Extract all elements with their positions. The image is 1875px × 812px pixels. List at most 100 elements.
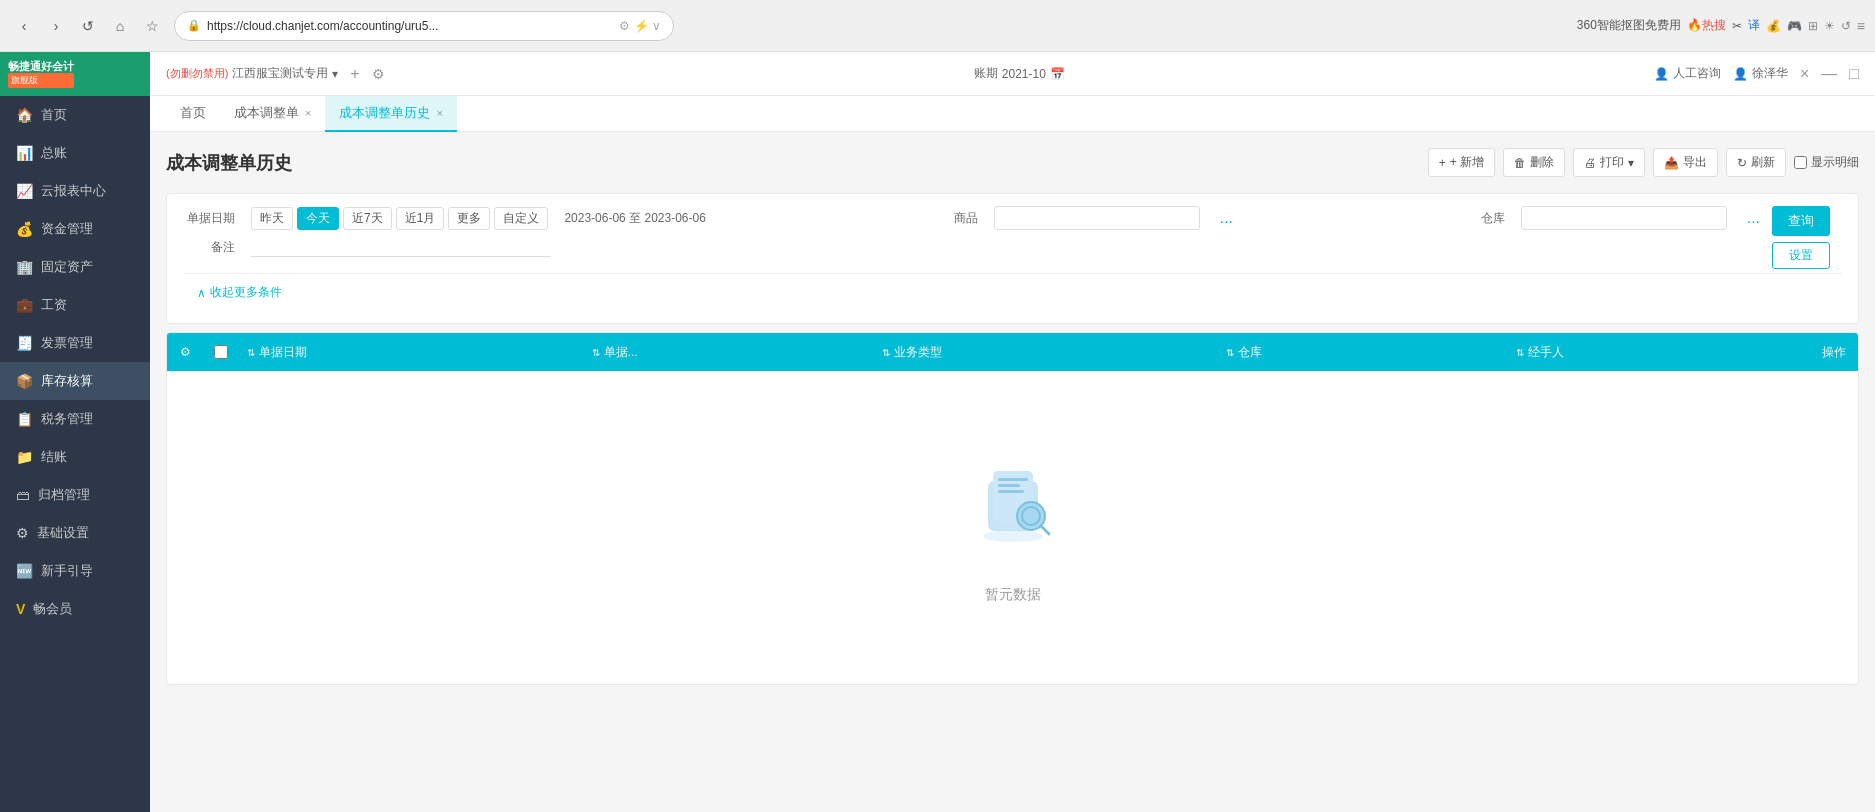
remark-label: 备注 [183,239,235,256]
company-selector[interactable]: (勿删勿禁用) 江西服宝测试专用 ▾ [166,65,338,82]
remark-input[interactable] [251,238,551,257]
print-label: 打印 [1600,154,1624,171]
new-button[interactable]: + + 新增 [1428,148,1495,177]
reports-icon: 📈 [16,183,33,199]
new-label: + 新增 [1450,154,1484,171]
app-header: (勿删勿禁用) 江西服宝测试专用 ▾ + ⚙ 账期 2021-10 📅 👤 人工… [150,52,1875,96]
calendar-icon[interactable]: 📅 [1050,67,1065,81]
svg-point-0 [983,530,1043,542]
funds-icon: 💰 [16,221,33,237]
sidebar-item-guide[interactable]: 🆕 新手引导 [0,552,150,590]
month1-btn[interactable]: 近1月 [396,207,445,230]
sidebar-item-payroll[interactable]: 💼 工资 [0,286,150,324]
delete-button[interactable]: 🗑 删除 [1503,148,1565,177]
empty-state: 暂元数据 [167,371,1858,684]
filter-section: 单据日期 昨天 今天 近7天 近1月 更多 自定义 2023-06-06 [183,206,1842,269]
sidebar-item-ledger[interactable]: 📊 总账 [0,134,150,172]
filter-fields: 单据日期 昨天 今天 近7天 近1月 更多 自定义 2023-06-06 [183,206,1760,257]
user-info[interactable]: 👤 徐泽华 [1733,65,1788,82]
settings-col-icon: ⚙ [180,345,191,359]
reload-button[interactable]: ↺ [74,12,102,40]
refresh-button[interactable]: ↻ 刷新 [1726,148,1786,177]
filter-settings-button[interactable]: 设置 [1772,242,1830,269]
ssl-lock-icon: 🔒 [187,19,201,32]
sidebar-item-archive[interactable]: 🗃 归档管理 [0,476,150,514]
more-date-btn[interactable]: 更多 [448,207,490,230]
window-minimize-button[interactable]: — [1821,65,1837,83]
th-warehouse-label: 仓库 [1238,344,1262,361]
goods-input[interactable] [994,206,1200,230]
window-maximize-button[interactable]: □ [1849,65,1859,83]
th-settings[interactable]: ⚙ [167,345,203,359]
sidebar-item-closing[interactable]: 📁 结账 [0,438,150,476]
sidebar-label-ledger: 总账 [41,144,67,162]
tab-cost-adjust[interactable]: 成本调整单 × [220,96,325,132]
sidebar-item-inventory[interactable]: 📦 库存核算 [0,362,150,400]
sidebar-header: 畅捷通好会计 旗舰版 [0,52,150,96]
query-button[interactable]: 查询 [1772,206,1830,236]
display-detail-checkbox[interactable]: 显示明细 [1794,154,1859,171]
th-checkbox[interactable] [203,345,239,359]
collapse-label: 收起更多条件 [210,284,282,301]
th-warehouse[interactable]: ⇅ 仓库 [1218,344,1508,361]
tab-cost-adjust-close[interactable]: × [305,107,311,119]
date-range-display: 2023-06-06 至 2023-06-06 [564,210,705,227]
forward-button[interactable]: › [42,12,70,40]
tab-home[interactable]: 首页 [166,96,220,132]
browser-tools: 360智能抠图免费用 🔥热搜 ✂ 译 💰 🎮 ⊞ ☀ ↺ ≡ [1577,17,1865,34]
sidebar-item-tax[interactable]: 📋 税务管理 [0,400,150,438]
export-button[interactable]: 📤 导出 [1653,148,1718,177]
payroll-icon: 💼 [16,297,33,313]
warehouse-input[interactable] [1521,206,1727,230]
sidebar-item-basic[interactable]: ⚙ 基础设置 [0,514,150,552]
tab-history-close[interactable]: × [436,107,442,119]
back-button[interactable]: ‹ [10,12,38,40]
print-button[interactable]: 🖨 打印 ▾ [1573,148,1645,177]
week7-btn[interactable]: 近7天 [343,207,392,230]
sidebar-item-fixed[interactable]: 🏢 固定资产 [0,248,150,286]
period-label: 账期 [974,65,998,82]
date-start: 2023-06-06 [564,211,625,225]
warehouse-more-btn[interactable]: ... [1747,209,1760,227]
warning-label: (勿删勿禁用) [166,66,228,81]
export-label: 导出 [1683,154,1707,171]
service-btn[interactable]: 👤 人工咨询 [1654,65,1721,82]
sidebar-item-member[interactable]: V 畅会员 [0,590,150,628]
th-voucher-label: 单据... [604,344,638,361]
delete-label: 删除 [1530,154,1554,171]
yesterday-btn[interactable]: 昨天 [251,207,293,230]
service-label: 人工咨询 [1673,65,1721,82]
home-button[interactable]: ⌂ [106,12,134,40]
collapse-button[interactable]: ∧ 收起更多条件 [189,280,290,305]
th-voucher[interactable]: ⇅ 单据... [584,344,874,361]
sidebar-nav: 🏠 首页 📊 总账 📈 云报表中心 💰 资金管理 🏢 固定资产 💼 工资 [0,96,150,812]
display-detail-input[interactable] [1794,156,1807,169]
archive-icon: 🗃 [16,487,30,503]
inventory-icon: 📦 [16,373,33,389]
grid-icon: ⊞ [1808,19,1818,33]
member-icon: V [16,601,25,617]
undo-icon: ↺ [1841,19,1851,33]
sort-date-icon: ⇅ [247,347,255,358]
th-biz-type[interactable]: ⇅ 业务类型 [874,344,1219,361]
th-date[interactable]: ⇅ 单据日期 [239,344,584,361]
select-all-checkbox[interactable] [214,345,228,359]
address-bar[interactable]: 🔒 https://cloud.chanjet.com/accounting/u… [174,11,674,41]
bookmark-button[interactable]: ☆ [138,12,166,40]
add-tab-button[interactable]: + [346,65,363,83]
svg-rect-3 [998,478,1028,481]
window-close-button[interactable]: × [1800,65,1809,83]
sidebar-item-invoice[interactable]: 🧾 发票管理 [0,324,150,362]
today-btn[interactable]: 今天 [297,207,339,230]
table-header: ⚙ ⇅ 单据日期 ⇅ 单据... ⇅ 业务类型 [167,333,1858,371]
sidebar-item-home[interactable]: 🏠 首页 [0,96,150,134]
sidebar-item-reports[interactable]: 📈 云报表中心 [0,172,150,210]
goods-more-btn[interactable]: ... [1220,209,1233,227]
th-person[interactable]: ⇅ 经手人 [1508,344,1798,361]
sidebar-item-funds[interactable]: 💰 资金管理 [0,210,150,248]
url-text: https://cloud.chanjet.com/accounting/uru… [207,19,438,33]
tab-settings-icon[interactable]: ⚙ [372,66,385,82]
custom-date-btn[interactable]: 自定义 [494,207,548,230]
tab-cost-adjust-history[interactable]: 成本调整单历史 × [325,96,456,132]
user-avatar-icon: 👤 [1733,67,1748,81]
